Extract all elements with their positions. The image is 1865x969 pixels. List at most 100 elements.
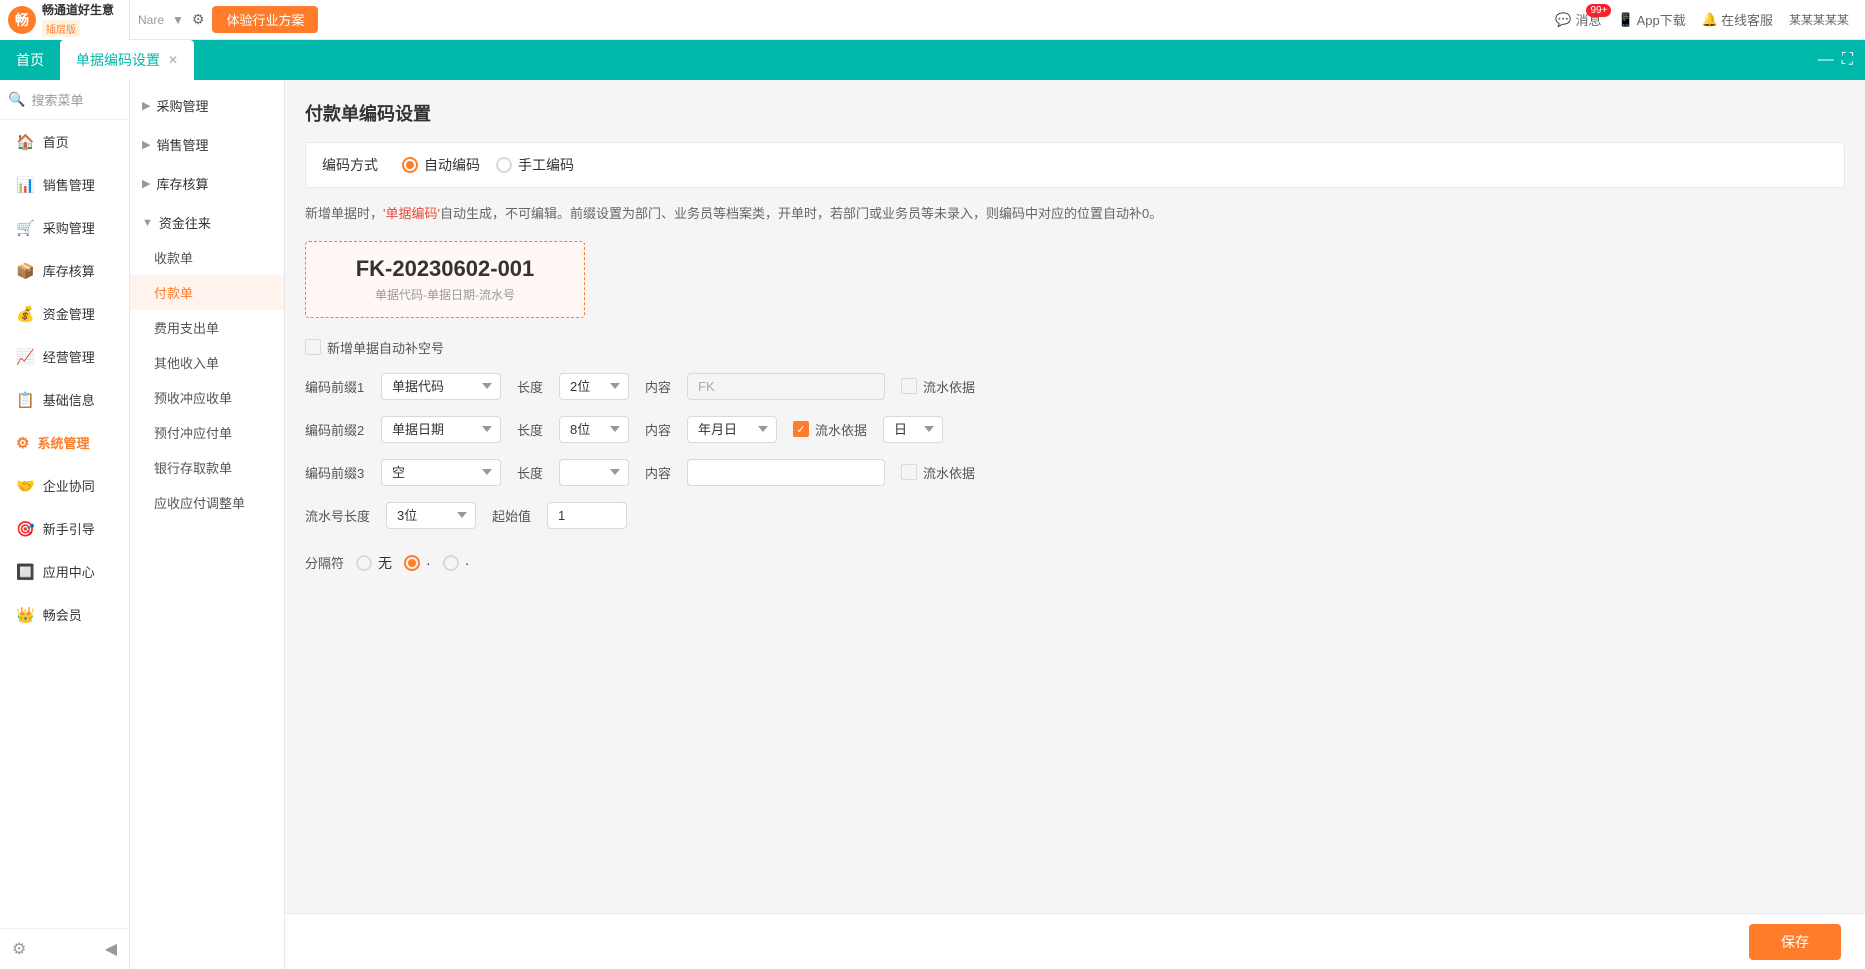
radio-group-encode: 自动编码 手工编码 bbox=[402, 155, 574, 175]
start-value-label: 起始值 bbox=[492, 506, 531, 525]
sidebar-item-system[interactable]: ⚙ 系统管理 bbox=[0, 421, 129, 464]
experience-btn[interactable]: 体验行业方案 bbox=[212, 6, 318, 33]
separator-section: 分隔符 无 · · bbox=[305, 553, 1845, 573]
sidebar-search[interactable]: 🔍 搜索菜单 bbox=[0, 80, 129, 120]
serial-row: 流水号长度 3位 4位 5位 6位 起始值 bbox=[305, 502, 1845, 529]
period2-select[interactable]: 日 月 年 bbox=[883, 416, 943, 443]
waterflow1-checkbox[interactable]: 流水依据 bbox=[901, 377, 975, 396]
nav-tab-close-icon[interactable]: ✕ bbox=[168, 53, 178, 67]
main-layout: 🔍 搜索菜单 🏠 首页 📊 销售管理 🛒 采购管理 📦 库存核算 💰 bbox=[0, 80, 1865, 969]
enterprise-icon: 🤝 bbox=[16, 477, 35, 495]
message-icon: 💬 bbox=[1555, 12, 1571, 28]
nav-tab-encode-settings[interactable]: 单据编码设置 ✕ bbox=[60, 40, 194, 80]
sidebar-item-operations[interactable]: 📈 经营管理 bbox=[0, 335, 129, 378]
message-btn[interactable]: 💬 消息 99+ bbox=[1555, 10, 1601, 29]
sidebar-item-purchase[interactable]: 🛒 采购管理 bbox=[0, 206, 129, 249]
search-icon: 🔍 bbox=[8, 91, 25, 108]
sub-menu-header-purchase[interactable]: ▶ 采购管理 bbox=[130, 88, 284, 123]
sub-menu-item-receipts[interactable]: 收款单 bbox=[130, 240, 284, 275]
content3-label: 内容 bbox=[645, 463, 671, 482]
company-dropdown-arrow[interactable]: ▼ bbox=[172, 13, 184, 27]
sidebar-item-inventory[interactable]: 📦 库存核算 bbox=[0, 249, 129, 292]
guide-icon: 🎯 bbox=[16, 520, 35, 538]
basic-info-icon: 📋 bbox=[16, 391, 35, 409]
logo-text: 畅通道好生意 插层版 bbox=[42, 1, 114, 38]
content-wrapper: 付款单编码设置 编码方式 自动编码 手工编码 新增单据时，'单据编码' bbox=[285, 80, 1865, 969]
separator-dash-dot bbox=[443, 555, 459, 571]
length3-select[interactable] bbox=[559, 459, 629, 486]
sidebar-item-sales[interactable]: 📊 销售管理 bbox=[0, 163, 129, 206]
length2-select[interactable]: 6位 8位 10位 bbox=[559, 416, 629, 443]
app-center-icon: 🔲 bbox=[16, 563, 35, 581]
sub-menu-item-bank[interactable]: 银行存取款单 bbox=[130, 450, 284, 485]
content2-select[interactable]: 年月日 年月 年 bbox=[687, 416, 777, 443]
sidebar-item-basic-info[interactable]: 📋 基础信息 bbox=[0, 378, 129, 421]
waterflow3-checkbox-box bbox=[901, 464, 917, 480]
sidebar-item-app-center[interactable]: 🔲 应用中心 bbox=[0, 550, 129, 593]
code-preview-box: FK-20230602-001 单据代码-单据日期-流水号 bbox=[305, 241, 585, 318]
sidebar-item-home[interactable]: 🏠 首页 bbox=[0, 120, 129, 163]
prefix2-select[interactable]: 单据代码 单据日期 部门 业务员 空 bbox=[381, 416, 501, 443]
arrow-down-icon: ▼ bbox=[142, 217, 153, 229]
sub-menu-group-inventory: ▶ 库存核算 bbox=[130, 166, 284, 201]
serial-length-select[interactable]: 3位 4位 5位 6位 bbox=[386, 502, 476, 529]
settings-bottom-icon[interactable]: ⚙ bbox=[12, 939, 26, 959]
window-minimize-icon[interactable]: — bbox=[1818, 51, 1834, 69]
online-service-btn[interactable]: 🔔 在线客服 bbox=[1702, 10, 1773, 29]
app-download-btn[interactable]: 📱 App下载 bbox=[1617, 10, 1685, 29]
sub-menu-header-sales[interactable]: ▶ 销售管理 bbox=[130, 127, 284, 162]
sub-menu-item-advance-payable[interactable]: 预付冲应付单 bbox=[130, 415, 284, 450]
settings-icon[interactable]: ⚙ bbox=[192, 11, 205, 28]
radio-auto-dot bbox=[402, 157, 418, 173]
member-icon: 👑 bbox=[16, 606, 35, 624]
content2-label: 内容 bbox=[645, 420, 671, 439]
sub-menu-header-capital[interactable]: ▼ 资金往来 bbox=[130, 205, 284, 240]
arrow-right-icon: ▶ bbox=[142, 177, 150, 190]
operations-icon: 📈 bbox=[16, 348, 35, 366]
radio-manual-encode[interactable]: 手工编码 bbox=[496, 155, 574, 175]
content1-label: 内容 bbox=[645, 377, 671, 396]
prefix3-select[interactable]: 单据代码 单据日期 部门 业务员 空 bbox=[381, 459, 501, 486]
hint-emphasis: '单据编码' bbox=[383, 206, 440, 221]
sidebar-item-enterprise[interactable]: 🤝 企业协同 bbox=[0, 464, 129, 507]
separator-dot[interactable]: · bbox=[404, 555, 431, 571]
radio-manual-dot bbox=[496, 157, 512, 173]
sub-menu-item-expense[interactable]: 费用支出单 bbox=[130, 310, 284, 345]
encode-row-1: 编码前缀1 单据代码 单据日期 部门 业务员 空 长度 2位 4位 内容 bbox=[305, 373, 1845, 400]
sub-menu-header-inventory[interactable]: ▶ 库存核算 bbox=[130, 166, 284, 201]
user-info[interactable]: 某某某某某 bbox=[1789, 11, 1849, 28]
prefix1-select[interactable]: 单据代码 单据日期 部门 业务员 空 bbox=[381, 373, 501, 400]
save-button[interactable]: 保存 bbox=[1749, 924, 1841, 960]
sub-menu-panel: ▶ 采购管理 ▶ 销售管理 ▶ 库存核算 ▼ 资金往来 收款单 bbox=[130, 80, 285, 969]
collapse-icon[interactable]: ◀ bbox=[105, 939, 117, 959]
sub-menu-item-advance-receivable[interactable]: 预收冲应收单 bbox=[130, 380, 284, 415]
sidebar-item-finance[interactable]: 💰 资金管理 bbox=[0, 292, 129, 335]
window-maximize-icon[interactable]: ⛶ bbox=[1842, 51, 1853, 69]
sub-menu-item-payments[interactable]: 付款单 bbox=[130, 275, 284, 310]
sub-menu-item-other-income[interactable]: 其他收入单 bbox=[130, 345, 284, 380]
nav-tab-home[interactable]: 首页 bbox=[0, 40, 60, 80]
sub-menu-group-sales: ▶ 销售管理 bbox=[130, 127, 284, 162]
sub-menu-item-adjustment[interactable]: 应收应付调整单 bbox=[130, 485, 284, 520]
sidebar-item-member[interactable]: 👑 畅会员 bbox=[0, 593, 129, 636]
finance-icon: 💰 bbox=[16, 305, 35, 323]
company-name: Nare bbox=[138, 13, 164, 27]
auto-fill-checkbox[interactable]: 新增单据自动补空号 bbox=[305, 338, 1845, 357]
form-rows: 编码前缀1 单据代码 单据日期 部门 业务员 空 长度 2位 4位 内容 bbox=[305, 373, 1845, 573]
prefix1-label: 编码前缀1 bbox=[305, 377, 365, 396]
code-preview-main: FK-20230602-001 bbox=[330, 256, 560, 282]
separator-label: 分隔符 bbox=[305, 553, 344, 572]
start-value-input[interactable] bbox=[547, 502, 627, 529]
waterflow3-checkbox[interactable]: 流水依据 bbox=[901, 463, 975, 482]
sub-menu-group-capital: ▼ 资金往来 收款单 付款单 费用支出单 其他收入单 预收冲应收单 bbox=[130, 205, 284, 520]
arrow-right-icon: ▶ bbox=[142, 99, 150, 112]
waterflow2-checkbox[interactable]: 流水依据 bbox=[793, 420, 867, 439]
content3-input[interactable] bbox=[687, 459, 885, 486]
separator-none[interactable]: 无 bbox=[356, 553, 392, 573]
separator-dash[interactable]: · bbox=[443, 555, 470, 571]
length1-select[interactable]: 2位 4位 bbox=[559, 373, 629, 400]
save-bar: 保存 bbox=[285, 913, 1865, 969]
length1-label: 长度 bbox=[517, 377, 543, 396]
radio-auto-encode[interactable]: 自动编码 bbox=[402, 155, 480, 175]
sidebar-item-guide[interactable]: 🎯 新手引导 bbox=[0, 507, 129, 550]
